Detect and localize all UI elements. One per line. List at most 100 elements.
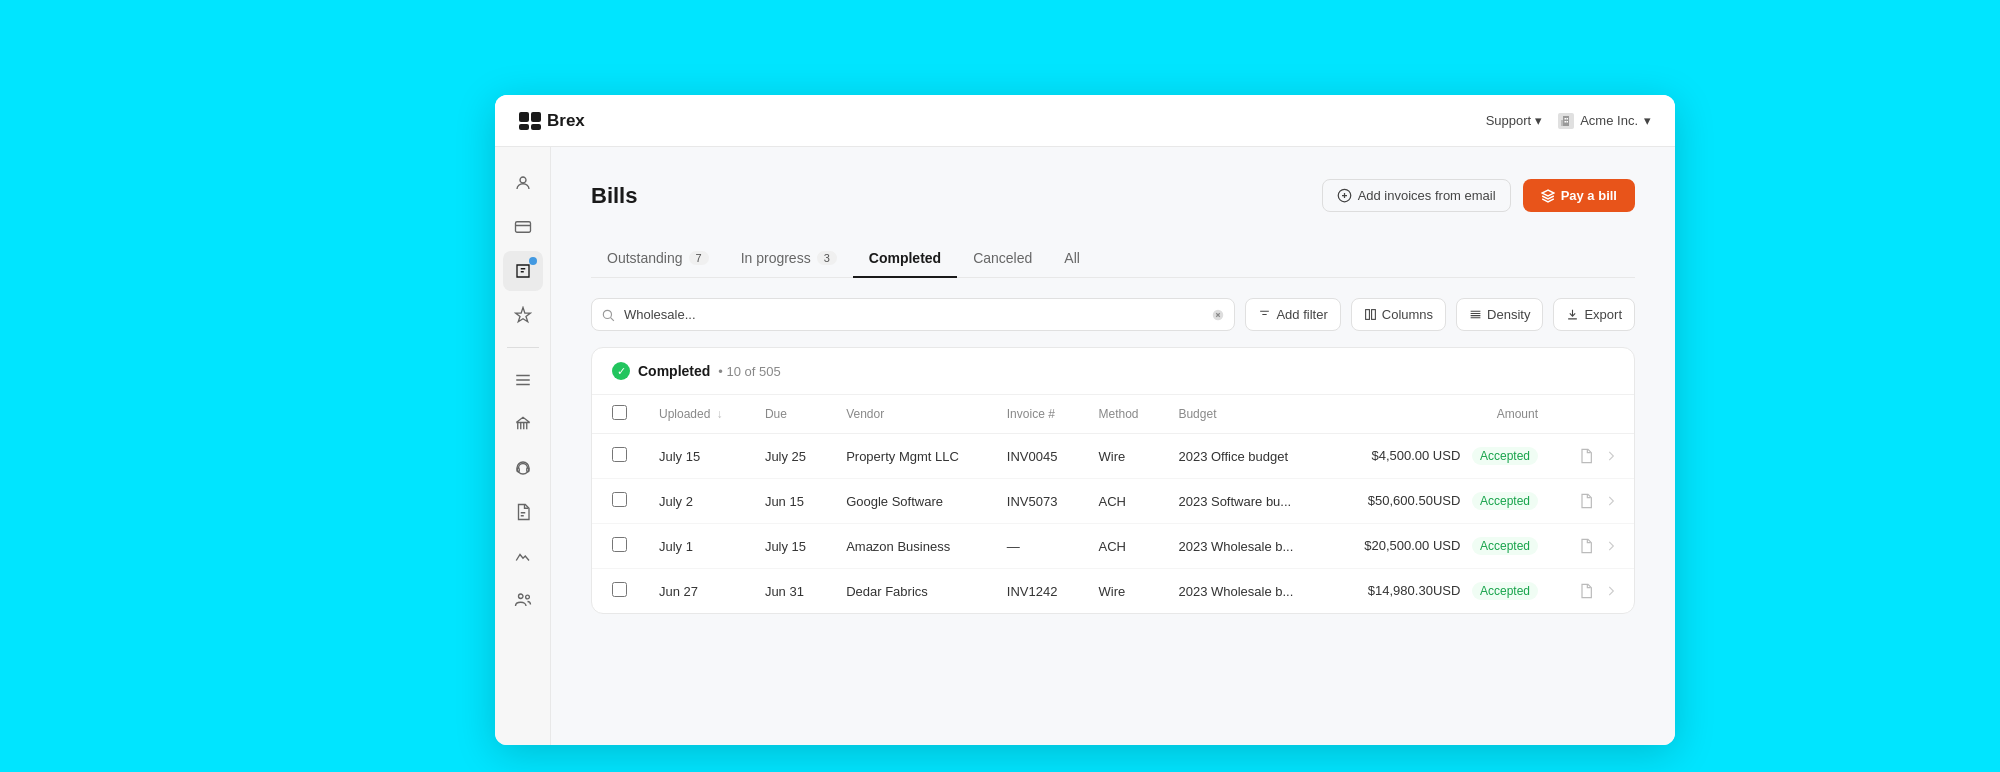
svg-rect-6 [1565, 118, 1567, 120]
doc-icon-2[interactable] [1578, 538, 1594, 554]
svg-rect-11 [515, 222, 530, 233]
pay-bill-button[interactable]: Pay a bill [1523, 179, 1635, 212]
tab-completed[interactable]: Completed [853, 240, 957, 278]
company-button[interactable]: Acme Inc. ▾ [1558, 113, 1651, 129]
bills-icon [514, 262, 532, 280]
row-checkbox-1[interactable] [612, 492, 627, 507]
status-badge: Accepted [1472, 492, 1538, 510]
row-amount: $14,980.30USD Accepted [1326, 569, 1554, 614]
table-section-header: ✓ Completed • 10 of 505 [592, 348, 1634, 395]
sidebar-item-card[interactable] [503, 207, 543, 247]
status-badge: Accepted [1472, 447, 1538, 465]
sort-icon: ↓ [716, 407, 722, 421]
company-label: Acme Inc. [1580, 113, 1638, 128]
col-method[interactable]: Method [1082, 395, 1162, 434]
tab-in-progress[interactable]: In progress 3 [725, 240, 853, 278]
row-method: ACH [1082, 479, 1162, 524]
table-row: Jun 27 Jun 31 Dedar Fabrics INV1242 Wire… [592, 569, 1634, 614]
row-arrow-2[interactable] [1604, 539, 1618, 553]
support-button[interactable]: Support ▾ [1486, 113, 1543, 128]
row-actions-cell [1554, 434, 1634, 479]
row-invoice: INV1242 [991, 569, 1083, 614]
col-amount[interactable]: Amount [1326, 395, 1554, 434]
add-invoices-button[interactable]: Add invoices from email [1322, 179, 1511, 212]
tab-canceled[interactable]: Canceled [957, 240, 1048, 278]
chart-icon [514, 547, 532, 565]
columns-button[interactable]: Columns [1351, 298, 1446, 331]
row-amount: $20,500.00 USD Accepted [1326, 524, 1554, 569]
sidebar-item-support[interactable] [503, 448, 543, 488]
add-filter-label: Add filter [1276, 307, 1327, 322]
company-chevron-icon: ▾ [1644, 113, 1651, 128]
sidebar-item-user[interactable] [503, 163, 543, 203]
svg-rect-3 [531, 124, 541, 130]
list-icon [514, 371, 532, 389]
table-card: ✓ Completed • 10 of 505 Uploaded [591, 347, 1635, 614]
brex-logo-icon [519, 112, 541, 130]
row-arrow-0[interactable] [1604, 449, 1618, 463]
add-filter-button[interactable]: Add filter [1245, 298, 1340, 331]
doc-icon-0[interactable] [1578, 448, 1594, 464]
sidebar-item-bank[interactable] [503, 404, 543, 444]
svg-rect-13 [517, 468, 519, 472]
export-button[interactable]: Export [1553, 298, 1635, 331]
tab-all[interactable]: All [1048, 240, 1096, 278]
row-arrow-1[interactable] [1604, 494, 1618, 508]
invoice-label: Invoice # [1007, 407, 1055, 421]
row-actions-cell [1554, 569, 1634, 614]
select-all-checkbox[interactable] [612, 405, 627, 420]
sidebar-badge [529, 257, 537, 265]
svg-point-18 [603, 310, 611, 318]
svg-rect-21 [1371, 310, 1375, 320]
col-uploaded[interactable]: Uploaded ↓ [643, 395, 749, 434]
row-due: July 15 [749, 524, 830, 569]
svg-rect-2 [519, 124, 529, 130]
row-checkbox-cell [592, 434, 643, 479]
row-checkbox-0[interactable] [612, 447, 627, 462]
svg-point-15 [518, 594, 523, 599]
tab-outstanding-label: Outstanding [607, 250, 683, 266]
row-checkbox-2[interactable] [612, 537, 627, 552]
row-method: ACH [1082, 524, 1162, 569]
tab-in-progress-badge: 3 [817, 251, 837, 265]
tab-outstanding[interactable]: Outstanding 7 [591, 240, 725, 278]
row-amount: $50,600.50USD Accepted [1326, 479, 1554, 524]
density-button[interactable]: Density [1456, 298, 1543, 331]
sidebar-item-document[interactable] [503, 492, 543, 532]
row-invoice: — [991, 524, 1083, 569]
sidebar-divider [507, 347, 539, 348]
method-label: Method [1098, 407, 1138, 421]
support-chevron-icon: ▾ [1535, 113, 1542, 128]
row-checkbox-3[interactable] [612, 582, 627, 597]
team-icon [514, 591, 532, 609]
header-actions: Add invoices from email Pay a bill [1322, 179, 1635, 212]
row-invoice: INV0045 [991, 434, 1083, 479]
sidebar-item-team[interactable] [503, 580, 543, 620]
sidebar-item-list[interactable] [503, 360, 543, 400]
sidebar-item-bills[interactable] [503, 251, 543, 291]
sidebar-item-chart[interactable] [503, 536, 543, 576]
doc-icon-1[interactable] [1578, 493, 1594, 509]
search-clear-button[interactable] [1211, 308, 1225, 322]
svg-rect-1 [531, 112, 541, 122]
doc-icon-3[interactable] [1578, 583, 1594, 599]
sidebar-item-rewards[interactable] [503, 295, 543, 335]
row-arrow-3[interactable] [1604, 584, 1618, 598]
page-title: Bills [591, 183, 637, 209]
row-actions [1570, 448, 1618, 464]
headset-icon [514, 459, 532, 477]
content-area: Bills Add invoices from email Pay a bill… [551, 147, 1675, 745]
col-invoice[interactable]: Invoice # [991, 395, 1083, 434]
col-vendor[interactable]: Vendor [830, 395, 991, 434]
search-input[interactable] [591, 298, 1235, 331]
section-count: • 10 of 505 [718, 364, 780, 379]
svg-rect-0 [519, 112, 529, 122]
col-due[interactable]: Due [749, 395, 830, 434]
row-actions [1570, 493, 1618, 509]
logo: Brex [519, 111, 585, 131]
tabs: Outstanding 7 In progress 3 Completed Ca… [591, 240, 1635, 278]
bills-tbody: July 15 July 25 Property Mgmt LLC INV004… [592, 434, 1634, 614]
col-budget[interactable]: Budget [1162, 395, 1325, 434]
row-checkbox-cell [592, 524, 643, 569]
sidebar [495, 147, 551, 745]
